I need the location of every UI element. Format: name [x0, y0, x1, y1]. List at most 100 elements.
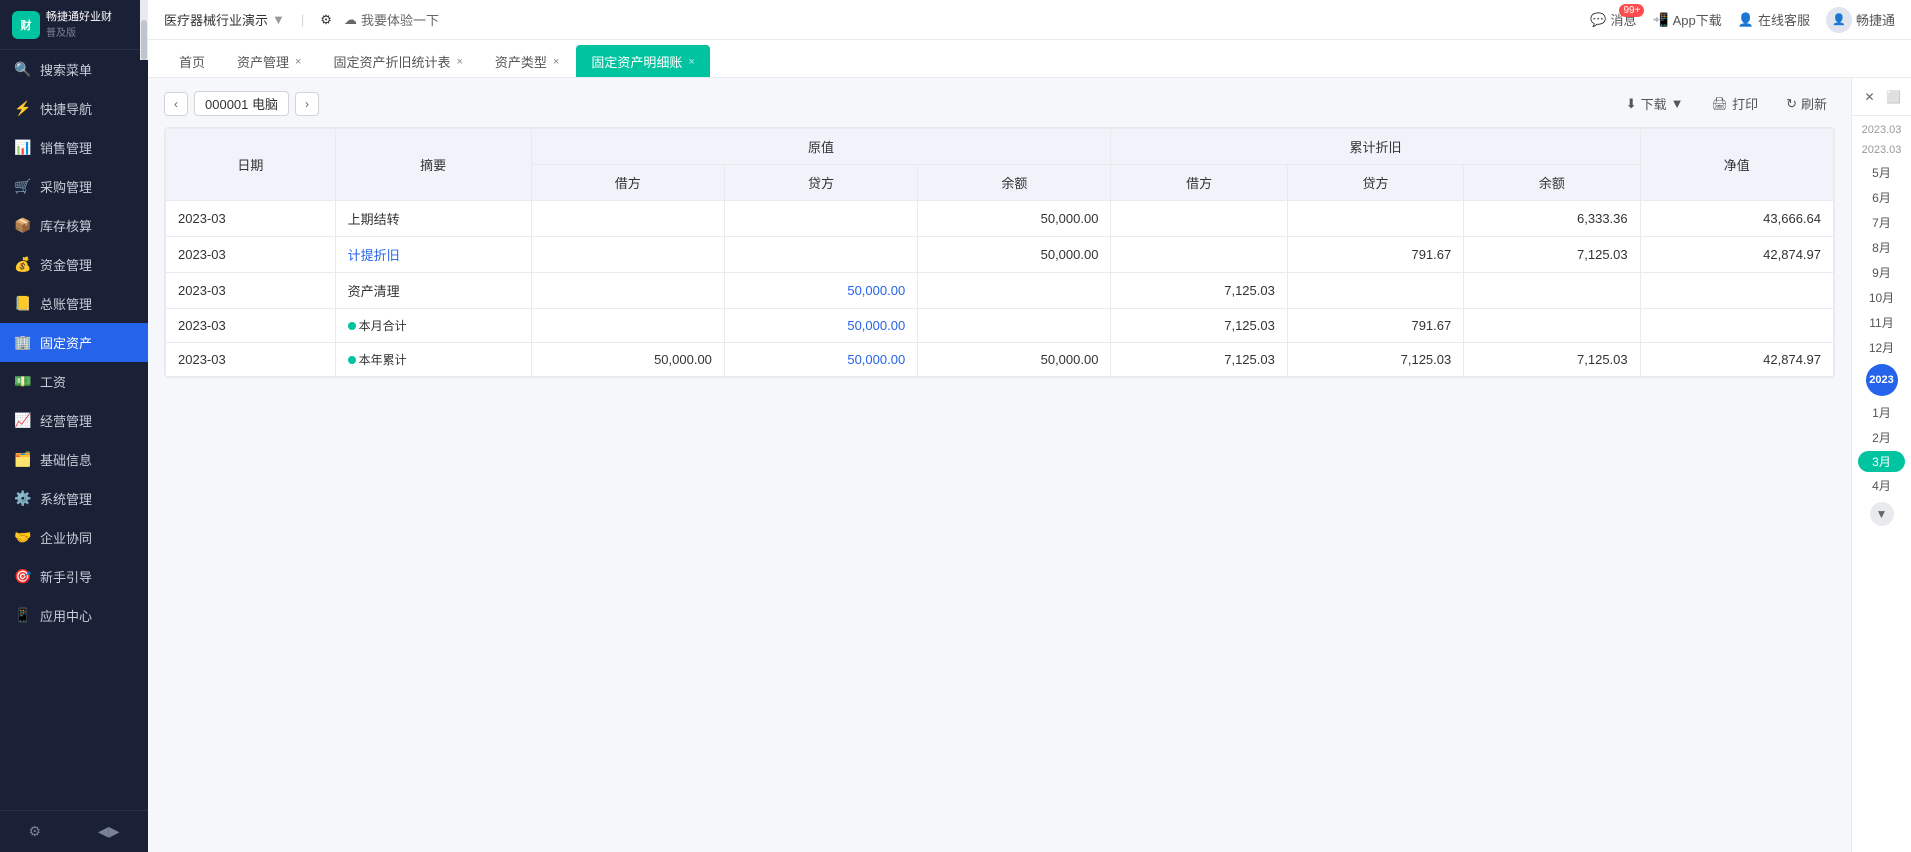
tab-asset-manage[interactable]: 资产管理 × — [222, 45, 316, 77]
sidebar-label-ledger: 总账管理 — [40, 294, 92, 313]
sidebar-label-system: 系统管理 — [40, 489, 92, 508]
sidebar-item-finance[interactable]: 💰 资金管理 — [0, 245, 148, 284]
sidebar-label-newguide: 新手引导 — [40, 567, 92, 586]
th-accum-credit: 贷方 — [1287, 165, 1463, 201]
sidebar-item-enterprise[interactable]: 🤝 企业协同 — [0, 518, 148, 557]
user-avatar-btn[interactable]: 👤 畅捷通 — [1826, 7, 1895, 33]
download-icon: ⬇ — [1626, 96, 1637, 112]
next-asset-btn[interactable]: › — [295, 92, 319, 116]
th-accumulated-depreciation: 累计折旧 — [1111, 129, 1640, 165]
sidebar-label-purchase: 采购管理 — [40, 177, 92, 196]
th-summary: 摘要 — [335, 129, 531, 201]
th-date: 日期 — [166, 129, 336, 201]
timeline-month-8[interactable]: 8月 — [1852, 235, 1911, 260]
print-btn[interactable]: 🖨 打印 — [1704, 90, 1767, 117]
refresh-label: 刷新 — [1801, 94, 1827, 113]
cell-net-value: 43,666.64 — [1640, 201, 1833, 237]
th-accum-debit: 借方 — [1111, 165, 1287, 201]
sidebar: 财 畅捷通好业财 普及版 🔍 搜索菜单 ⚡ 快捷导航 📊 销售管理 🛒 采购管理 — [0, 0, 148, 852]
sidebar-item-sales[interactable]: 📊 销售管理 — [0, 128, 148, 167]
cell-date: 2023-03 — [166, 343, 336, 377]
sidebar-item-operations[interactable]: 📈 经营管理 — [0, 401, 148, 440]
finance-icon: 💰 — [14, 256, 32, 274]
cell-orig-debit: 50,000.00 — [531, 343, 724, 377]
collapse-button[interactable]: ◀▶ — [90, 819, 128, 844]
settings-gear[interactable]: ⚙ — [320, 12, 332, 28]
timeline-month-3-active[interactable]: 3月 — [1858, 451, 1905, 472]
tab-asset-detail[interactable]: 固定资产明细账 × — [576, 45, 709, 77]
messages-btn[interactable]: 💬 消息 99+ — [1590, 10, 1636, 29]
sidebar-label-operations: 经营管理 — [40, 411, 92, 430]
sidebar-item-quicknav[interactable]: ⚡ 快捷导航 — [0, 89, 148, 128]
ledger-icon: 📒 — [14, 295, 32, 313]
panel-expand-icon[interactable]: ⬜ — [1884, 87, 1904, 107]
timeline-scroll-down[interactable]: ▼ — [1870, 502, 1894, 526]
sidebar-item-purchase[interactable]: 🛒 采购管理 — [0, 167, 148, 206]
online-service-btn[interactable]: 👤 在线客服 — [1738, 10, 1810, 29]
timeline-month-2[interactable]: 2月 — [1852, 425, 1911, 450]
appcenter-icon: 📱 — [14, 607, 32, 625]
sidebar-bottom: ⚙ ◀▶ — [0, 810, 148, 852]
nav-row-right: ⬇ 下载 ▼ 🖨 打印 ↻ 刷新 — [1618, 90, 1835, 117]
timeline-month-7[interactable]: 7月 — [1852, 210, 1911, 235]
cell-summary[interactable]: 计提折旧 — [335, 237, 531, 273]
cell-orig-credit — [724, 201, 917, 237]
cell-orig-balance — [918, 273, 1111, 309]
avatar: 👤 — [1826, 7, 1852, 33]
sidebar-item-inventory[interactable]: 📦 库存核算 — [0, 206, 148, 245]
panel-header: ✕ ⬜ — [1852, 78, 1911, 116]
tab-home[interactable]: 首页 — [164, 45, 220, 77]
tab-depreciation[interactable]: 固定资产折旧统计表 × — [318, 45, 477, 77]
main-area: 医疗器械行业演示 ▼ | ⚙ ☁ 我要体验一下 💬 消息 99+ 📲 App下载… — [148, 0, 1911, 852]
refresh-btn[interactable]: ↻ 刷新 — [1778, 90, 1835, 117]
sidebar-label-enterprise: 企业协同 — [40, 528, 92, 547]
sidebar-item-basicinfo[interactable]: 🗂️ 基础信息 — [0, 440, 148, 479]
table-row: 2023-03 计提折旧 50,000.00 791.67 7,125.03 4… — [166, 237, 1834, 273]
newguide-icon: 🎯 — [14, 568, 32, 586]
tab-depreciation-close[interactable]: × — [456, 56, 462, 68]
experience-btn[interactable]: ☁ 我要体验一下 — [344, 10, 439, 29]
operations-icon: 📈 — [14, 412, 32, 430]
app-download-btn[interactable]: 📲 App下载 — [1652, 10, 1721, 29]
timeline-month-6[interactable]: 6月 — [1852, 185, 1911, 210]
sidebar-item-appcenter[interactable]: 📱 应用中心 — [0, 596, 148, 635]
sidebar-item-ledger[interactable]: 📒 总账管理 — [0, 284, 148, 323]
table-row: 2023-03 资产清理 50,000.00 7,125.03 — [166, 273, 1834, 309]
company-selector[interactable]: 医疗器械行业演示 ▼ — [164, 10, 285, 29]
sidebar-label-finance: 资金管理 — [40, 255, 92, 274]
prev-asset-btn[interactable]: ‹ — [164, 92, 188, 116]
sidebar-label-appcenter: 应用中心 — [40, 606, 92, 625]
tab-asset-detail-close[interactable]: × — [688, 56, 694, 68]
sidebar-label-fixedasset: 固定资产 — [40, 333, 92, 352]
timeline-month-4[interactable]: 4月 — [1852, 473, 1911, 498]
panel-close-icon[interactable]: ✕ — [1860, 87, 1880, 107]
cell-orig-balance — [918, 309, 1111, 343]
timeline-month-12[interactable]: 12月 — [1852, 335, 1911, 360]
download-btn[interactable]: ⬇ 下载 ▼ — [1618, 90, 1692, 117]
timeline-month-9[interactable]: 9月 — [1852, 260, 1911, 285]
sidebar-item-fixedasset[interactable]: 🏢 固定资产 — [0, 323, 148, 362]
cell-orig-debit — [531, 237, 724, 273]
tab-asset-type-close[interactable]: × — [553, 56, 559, 68]
sidebar-item-newguide[interactable]: 🎯 新手引导 — [0, 557, 148, 596]
timeline-month-5[interactable]: 5月 — [1852, 160, 1911, 185]
th-net-value: 净值 — [1640, 129, 1833, 201]
search-icon: 🔍 — [14, 61, 32, 79]
th-accum-balance: 余额 — [1464, 165, 1640, 201]
timeline-month-10[interactable]: 10月 — [1852, 285, 1911, 310]
timeline-year-badge[interactable]: 2023 — [1866, 364, 1898, 396]
timeline-month-11[interactable]: 11月 — [1852, 310, 1911, 335]
purchase-icon: 🛒 — [14, 178, 32, 196]
timeline-month-1[interactable]: 1月 — [1852, 400, 1911, 425]
sidebar-item-search[interactable]: 🔍 搜索菜单 — [0, 50, 148, 89]
sidebar-item-salary[interactable]: 💵 工资 — [0, 362, 148, 401]
summary-badge: 本年累计 — [348, 351, 407, 368]
sidebar-item-system[interactable]: ⚙️ 系统管理 — [0, 479, 148, 518]
tab-asset-manage-close[interactable]: × — [295, 56, 301, 68]
cell-summary: 本月合计 — [335, 309, 531, 343]
salary-icon: 💵 — [14, 373, 32, 391]
settings-button[interactable]: ⚙ — [20, 819, 49, 844]
topbar-right: 💬 消息 99+ 📲 App下载 👤 在线客服 👤 畅捷通 — [1590, 7, 1895, 33]
refresh-icon: ↻ — [1786, 96, 1797, 112]
tab-asset-type[interactable]: 资产类型 × — [480, 45, 574, 77]
